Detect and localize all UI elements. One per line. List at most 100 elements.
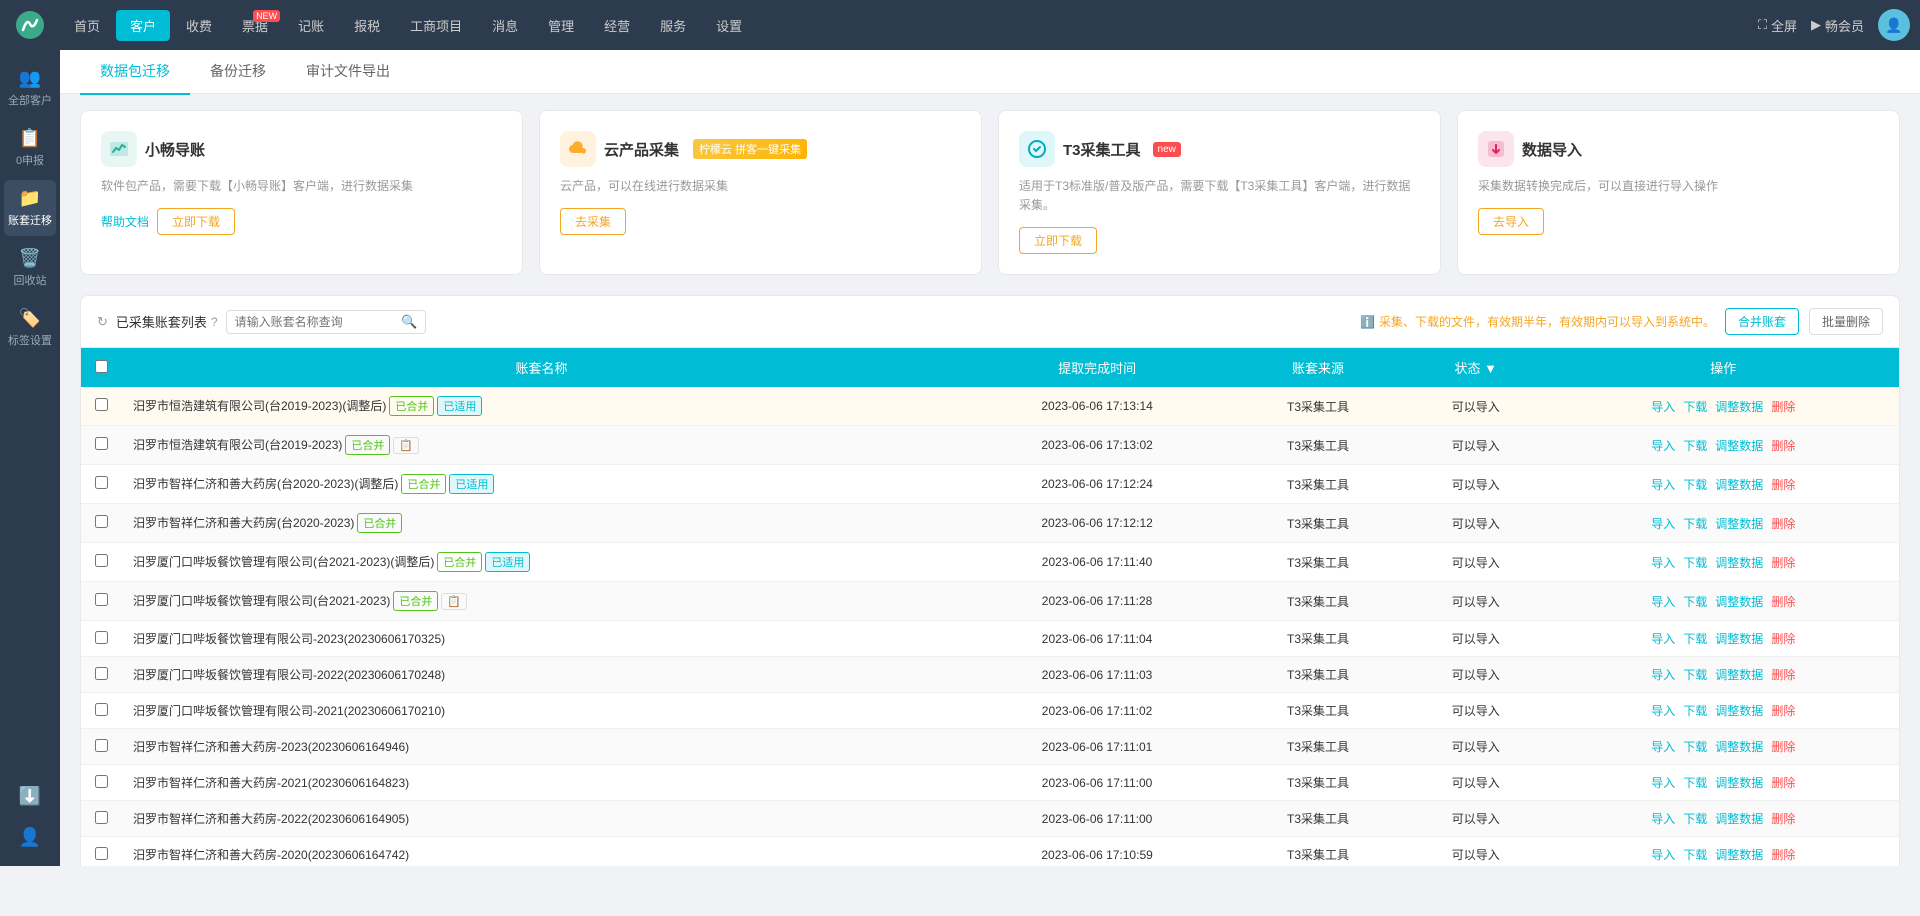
action-adjust-data[interactable]: 调整数据 — [1715, 556, 1763, 570]
action-adjust-data[interactable]: 调整数据 — [1715, 478, 1763, 492]
tab-backup-migration[interactable]: 备份迁移 — [190, 50, 286, 95]
list-title-help-icon[interactable]: ? — [211, 315, 218, 329]
row-checkbox[interactable] — [95, 847, 108, 860]
action-delete[interactable]: 删除 — [1771, 439, 1795, 453]
nav-messages[interactable]: 消息 — [478, 10, 532, 41]
t3-download-btn[interactable]: 立即下载 — [1019, 227, 1097, 254]
nav-operations[interactable]: 经营 — [590, 10, 644, 41]
action-adjust-data[interactable]: 调整数据 — [1715, 517, 1763, 531]
row-checkbox[interactable] — [95, 476, 108, 489]
action-adjust-data[interactable]: 调整数据 — [1715, 668, 1763, 682]
sidebar-download[interactable]: ⬇️ — [4, 778, 56, 815]
action-import[interactable]: 导入 — [1651, 740, 1675, 754]
row-checkbox[interactable] — [95, 667, 108, 680]
action-import[interactable]: 导入 — [1651, 668, 1675, 682]
row-checkbox[interactable] — [95, 811, 108, 824]
data-import-btn[interactable]: 去导入 — [1478, 208, 1544, 235]
action-import[interactable]: 导入 — [1651, 517, 1675, 531]
col-status[interactable]: 状态 ▼ — [1404, 348, 1548, 387]
avatar[interactable]: 👤 — [1878, 9, 1910, 41]
select-all-checkbox[interactable] — [95, 360, 108, 373]
action-download[interactable]: 下载 — [1683, 848, 1707, 862]
row-checkbox[interactable] — [95, 554, 108, 567]
action-download[interactable]: 下载 — [1683, 668, 1707, 682]
fullscreen-btn[interactable]: ⛶ 全屏 — [1758, 16, 1797, 35]
action-download[interactable]: 下载 — [1683, 517, 1707, 531]
action-delete[interactable]: 删除 — [1771, 848, 1795, 862]
action-download[interactable]: 下载 — [1683, 400, 1707, 414]
action-import[interactable]: 导入 — [1651, 776, 1675, 790]
action-adjust-data[interactable]: 调整数据 — [1715, 400, 1763, 414]
action-delete[interactable]: 删除 — [1771, 740, 1795, 754]
action-import[interactable]: 导入 — [1651, 439, 1675, 453]
action-download[interactable]: 下载 — [1683, 704, 1707, 718]
nav-home[interactable]: 首页 — [60, 10, 114, 41]
tab-data-migration[interactable]: 数据包迁移 — [80, 50, 190, 95]
action-download[interactable]: 下载 — [1683, 595, 1707, 609]
action-adjust-data[interactable]: 调整数据 — [1715, 439, 1763, 453]
action-delete[interactable]: 删除 — [1771, 478, 1795, 492]
action-adjust-data[interactable]: 调整数据 — [1715, 848, 1763, 862]
search-input[interactable] — [226, 310, 426, 334]
action-download[interactable]: 下载 — [1683, 632, 1707, 646]
action-adjust-data[interactable]: 调整数据 — [1715, 740, 1763, 754]
membership-btn[interactable]: ▶ 畅会员 — [1811, 16, 1864, 35]
action-import[interactable]: 导入 — [1651, 556, 1675, 570]
action-download[interactable]: 下载 — [1683, 439, 1707, 453]
row-checkbox[interactable] — [95, 775, 108, 788]
nav-service[interactable]: 服务 — [646, 10, 700, 41]
action-import[interactable]: 导入 — [1651, 400, 1675, 414]
action-adjust-data[interactable]: 调整数据 — [1715, 632, 1763, 646]
sidebar-item-account-migration[interactable]: 📁 账套迁移 — [4, 180, 56, 236]
xiao-chang-help-link[interactable]: 帮助文档 — [101, 213, 149, 230]
action-download[interactable]: 下载 — [1683, 740, 1707, 754]
nav-management[interactable]: 管理 — [534, 10, 588, 41]
action-import[interactable]: 导入 — [1651, 632, 1675, 646]
action-import[interactable]: 导入 — [1651, 848, 1675, 862]
action-delete[interactable]: 删除 — [1771, 776, 1795, 790]
action-import[interactable]: 导入 — [1651, 595, 1675, 609]
row-checkbox[interactable] — [95, 515, 108, 528]
action-download[interactable]: 下载 — [1683, 776, 1707, 790]
nav-billing[interactable]: 收费 — [172, 10, 226, 41]
tab-audit-export[interactable]: 审计文件导出 — [286, 50, 410, 95]
action-download[interactable]: 下载 — [1683, 812, 1707, 826]
action-delete[interactable]: 删除 — [1771, 632, 1795, 646]
row-checkbox[interactable] — [95, 593, 108, 606]
sidebar-item-all-customers[interactable]: 👥 全部客户 — [4, 60, 56, 116]
app-logo[interactable] — [10, 5, 50, 45]
sidebar-item-zero-report[interactable]: 📋 0申报 — [4, 120, 56, 176]
row-checkbox[interactable] — [95, 398, 108, 411]
nav-tax[interactable]: 报税 — [340, 10, 394, 41]
nav-settings[interactable]: 设置 — [702, 10, 756, 41]
action-import[interactable]: 导入 — [1651, 704, 1675, 718]
action-adjust-data[interactable]: 调整数据 — [1715, 776, 1763, 790]
sidebar-item-tag-settings[interactable]: 🏷️ 标签设置 — [4, 300, 56, 356]
action-delete[interactable]: 删除 — [1771, 556, 1795, 570]
action-import[interactable]: 导入 — [1651, 478, 1675, 492]
xiao-chang-download-btn[interactable]: 立即下载 — [157, 208, 235, 235]
action-delete[interactable]: 删除 — [1771, 812, 1795, 826]
action-download[interactable]: 下载 — [1683, 556, 1707, 570]
action-delete[interactable]: 删除 — [1771, 668, 1795, 682]
sidebar-user[interactable]: 👤 — [4, 819, 56, 856]
nav-customer[interactable]: 客户 — [116, 10, 170, 41]
refresh-icon[interactable]: ↻ — [97, 314, 108, 330]
row-checkbox[interactable] — [95, 437, 108, 450]
nav-accounting[interactable]: 记账 — [284, 10, 338, 41]
action-delete[interactable]: 删除 — [1771, 595, 1795, 609]
sidebar-item-recycle[interactable]: 🗑️ 回收站 — [4, 240, 56, 296]
action-adjust-data[interactable]: 调整数据 — [1715, 704, 1763, 718]
action-adjust-data[interactable]: 调整数据 — [1715, 595, 1763, 609]
row-checkbox[interactable] — [95, 703, 108, 716]
batch-delete-btn[interactable]: 批量删除 — [1809, 308, 1883, 335]
action-delete[interactable]: 删除 — [1771, 517, 1795, 531]
action-adjust-data[interactable]: 调整数据 — [1715, 812, 1763, 826]
cloud-collect-btn[interactable]: 去采集 — [560, 208, 626, 235]
nav-invoice[interactable]: 票据 NEW — [228, 10, 282, 41]
search-icon[interactable]: 🔍 — [401, 314, 417, 330]
action-delete[interactable]: 删除 — [1771, 704, 1795, 718]
action-import[interactable]: 导入 — [1651, 812, 1675, 826]
nav-business[interactable]: 工商项目 — [396, 10, 476, 41]
row-checkbox[interactable] — [95, 631, 108, 644]
